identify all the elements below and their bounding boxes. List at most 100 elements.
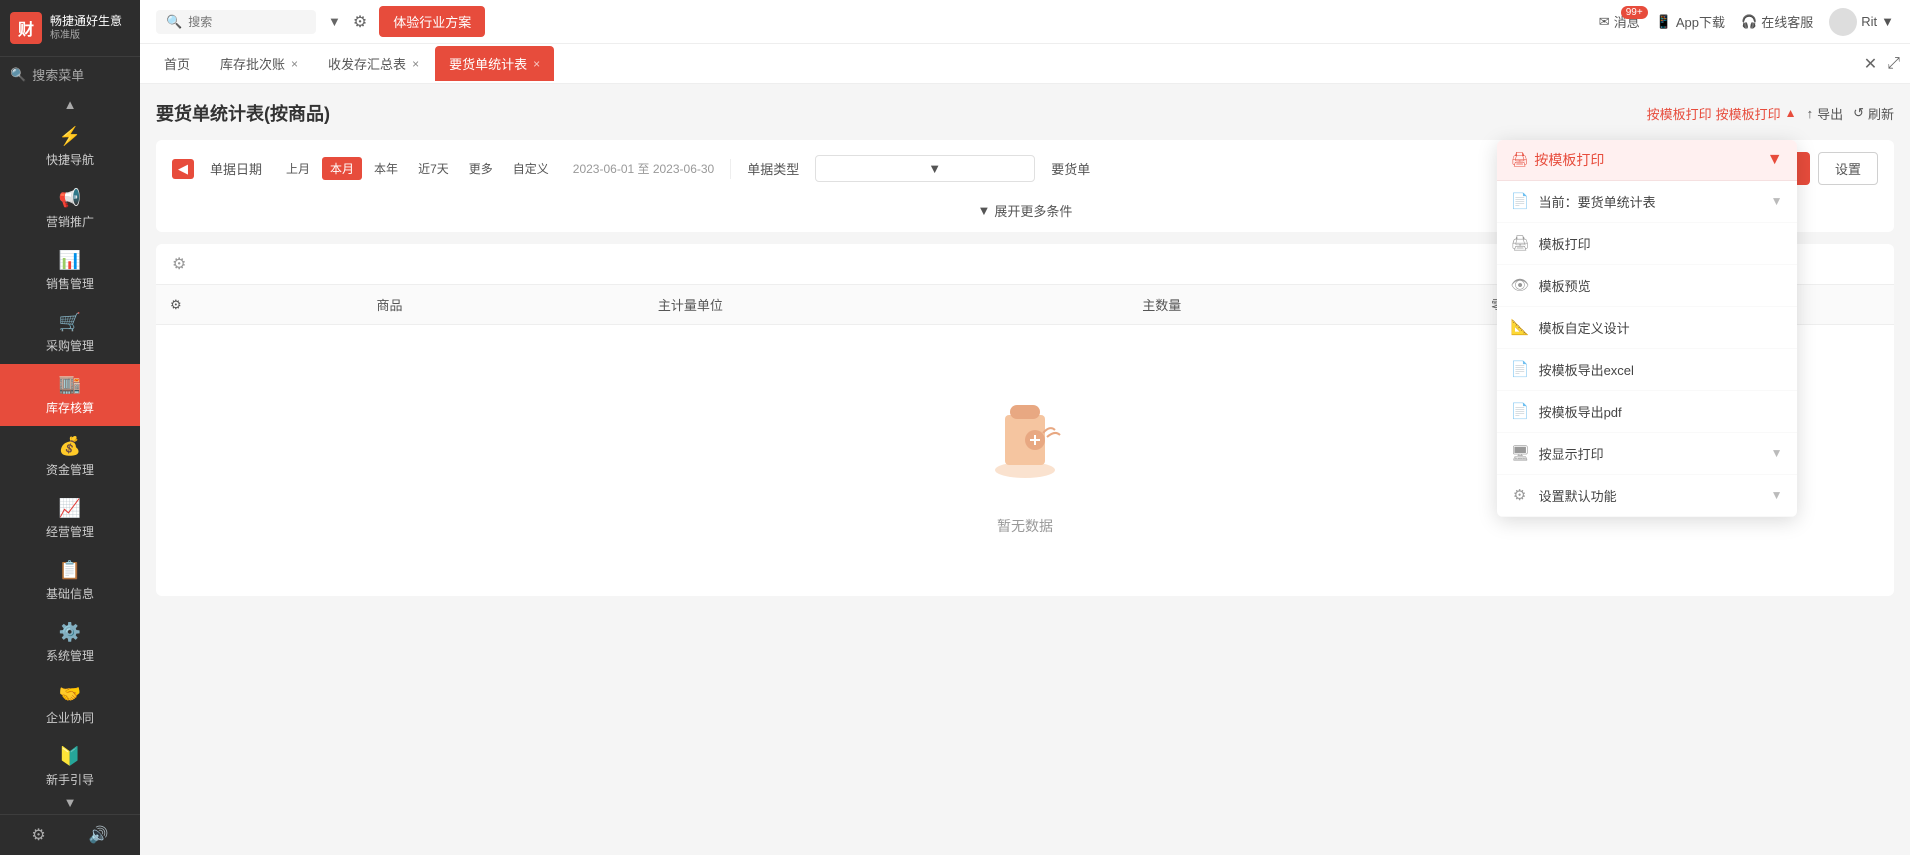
date-btn-more[interactable]: 更多 [461, 157, 501, 180]
sidebar-nav: ⚡ 快捷导航 📢 营销推广 📊 销售管理 🛒 采购管理 🏬 库存核算 💰 资金管… [0, 116, 140, 790]
print-btn[interactable]: 按模板打印 [1647, 104, 1712, 123]
date-btn-custom[interactable]: 自定义 [505, 157, 557, 180]
tab-batch-account-close[interactable]: × [291, 57, 298, 71]
message-action[interactable]: ✉ 消息 99+ [1599, 12, 1640, 31]
sidebar-item-purchase[interactable]: 🛒 采购管理 [0, 302, 140, 364]
marketing-icon: 📢 [59, 188, 81, 209]
page-content: 要货单统计表(按商品) 按模板打印 按模板打印 ▲ 🖨 按模板打印 [140, 84, 1910, 855]
app-name: 畅捷通好生意 [50, 14, 122, 30]
export-excel-icon: 📄 [1511, 360, 1529, 378]
tab-batch-account[interactable]: 库存批次账 × [206, 46, 312, 81]
trial-btn[interactable]: 体验行业方案 [379, 6, 485, 37]
table-settings-icon[interactable]: ⚙ [172, 254, 186, 274]
sound-bottom-icon[interactable]: 🔊 [89, 825, 109, 845]
topbar-search-input[interactable] [188, 15, 288, 29]
print-btn-label[interactable]: 按模板打印 [1716, 104, 1781, 123]
display-print-label: 按显示打印 [1539, 444, 1761, 463]
sidebar-item-operation[interactable]: 📈 经营管理 [0, 488, 140, 550]
sidebar-item-sales[interactable]: 📊 销售管理 [0, 240, 140, 302]
tab-order-stats[interactable]: 要货单统计表 × [435, 46, 554, 81]
online-service-action[interactable]: 🎧 在线客服 [1741, 12, 1813, 31]
print-dropdown-arrow[interactable]: ▲ [1785, 106, 1797, 120]
dropdown-default-func[interactable]: ⚙ 设置默认功能 ▼ [1497, 475, 1797, 517]
user-name: Rit [1861, 14, 1877, 29]
app-download-label: App下载 [1676, 12, 1725, 31]
dropdown-title-text: 按模板打印 [1534, 150, 1604, 170]
refresh-icon: ↺ [1853, 105, 1864, 121]
display-print-arrow: ▼ [1771, 446, 1783, 460]
tab-order-stats-close[interactable]: × [533, 57, 540, 71]
operation-icon: 📈 [59, 498, 81, 519]
sidebar-logo: 财 畅捷通好生意 标准版 [0, 0, 140, 57]
sidebar-search-item[interactable]: 🔍 搜索菜单 [0, 57, 140, 92]
user-avatar[interactable]: Rit ▼ [1829, 8, 1894, 36]
sidebar-scroll-down[interactable]: ▼ [0, 790, 140, 814]
filter-expand-left[interactable]: ◀ [172, 159, 194, 179]
topbar-actions: ✉ 消息 99+ 📱 App下载 🎧 在线客服 Rit ▼ [1599, 8, 1894, 36]
tab-order-stats-label: 要货单统计表 [449, 54, 527, 73]
logo-text-block: 畅捷通好生意 标准版 [50, 14, 122, 43]
topbar-dropdown-icon[interactable]: ▼ [328, 14, 341, 29]
filter-collapse-icon: ◀ [172, 159, 194, 179]
dropdown-template-preview[interactable]: 👁 模板预览 [1497, 265, 1797, 307]
sidebar-item-basic[interactable]: 📋 基础信息 [0, 550, 140, 612]
dropdown-export-excel[interactable]: 📄 按模板导出excel [1497, 349, 1797, 391]
sidebar-scroll-up[interactable]: ▲ [0, 92, 140, 116]
sidebar-item-label: 快捷导航 [46, 151, 94, 168]
dropdown-close-icon[interactable]: ▼ [1767, 151, 1783, 169]
main-area: 🔍 ▼ ⚙ 体验行业方案 ✉ 消息 99+ 📱 App下载 🎧 在线客服 Rit [140, 0, 1910, 855]
col-unit: 主计量单位 [644, 285, 1128, 325]
date-btn-last-7-days[interactable]: 近7天 [410, 157, 457, 180]
search-icon: 🔍 [10, 67, 26, 83]
settings-btn[interactable]: 设置 [1818, 152, 1878, 185]
display-print-icon: 🖥 [1511, 444, 1529, 462]
date-btn-current-month[interactable]: 本月 [322, 157, 362, 180]
dropdown-export-pdf[interactable]: 📄 按模板导出pdf [1497, 391, 1797, 433]
topbar-search-box[interactable]: 🔍 [156, 10, 316, 34]
tab-collection-summary-close[interactable]: × [412, 57, 419, 71]
tab-home[interactable]: 首页 [150, 46, 204, 81]
sidebar-item-inventory[interactable]: 🏬 库存核算 [0, 364, 140, 426]
empty-icon [975, 385, 1075, 504]
sidebar-item-label: 基础信息 [46, 585, 94, 602]
tab-collection-summary[interactable]: 收发存汇总表 × [314, 46, 433, 81]
dropdown-template-design[interactable]: 📐 模板自定义设计 [1497, 307, 1797, 349]
quick-nav-icon: ⚡ [59, 126, 81, 147]
guide-icon: 🔰 [59, 746, 81, 767]
sidebar-item-corp[interactable]: 🤝 企业协同 [0, 674, 140, 736]
date-btn-prev-month[interactable]: 上月 [278, 157, 318, 180]
sidebar-item-label: 系统管理 [46, 647, 94, 664]
window-maximize-icon[interactable]: ⤢ [1887, 55, 1900, 73]
dropdown-display-print[interactable]: 🖥 按显示打印 ▼ [1497, 433, 1797, 475]
dropdown-template-print[interactable]: 🖨 模板打印 [1497, 223, 1797, 265]
topbar: 🔍 ▼ ⚙ 体验行业方案 ✉ 消息 99+ 📱 App下载 🎧 在线客服 Rit [140, 0, 1910, 44]
sidebar-item-label: 采购管理 [46, 337, 94, 354]
export-btn[interactable]: ↑ 导出 [1807, 104, 1844, 123]
online-service-label: 在线客服 [1761, 12, 1813, 31]
sidebar-item-marketing[interactable]: 📢 营销推广 [0, 178, 140, 240]
sidebar-item-label: 销售管理 [46, 275, 94, 292]
current-template-arrow: ▼ [1771, 194, 1783, 208]
template-design-label: 模板自定义设计 [1539, 318, 1783, 337]
page-actions: 按模板打印 按模板打印 ▲ 🖨 按模板打印 ▼ 📄 [1647, 104, 1894, 123]
type-selector[interactable]: ▼ [815, 155, 1035, 182]
app-download-action[interactable]: 📱 App下载 [1656, 12, 1725, 31]
window-close-icon[interactable]: ✕ [1864, 54, 1877, 74]
sidebar-item-system[interactable]: ⚙️ 系统管理 [0, 612, 140, 674]
date-filter-label: 单据日期 [210, 159, 262, 178]
date-btn-current-year[interactable]: 本年 [366, 157, 406, 180]
dropdown-header-title: 🖨 按模板打印 [1511, 150, 1605, 170]
sidebar-item-finance[interactable]: 💰 资金管理 [0, 426, 140, 488]
sidebar-item-quick-nav[interactable]: ⚡ 快捷导航 [0, 116, 140, 178]
basic-icon: 📋 [59, 560, 81, 581]
dropdown-current-item[interactable]: 📄 当前：要货单统计表 ▼ [1497, 181, 1797, 223]
expand-more-btn[interactable]: ▼ 展开更多条件 [978, 201, 1073, 220]
default-func-icon: ⚙ [1511, 486, 1529, 504]
finance-icon: 💰 [59, 436, 81, 457]
topbar-settings-icon[interactable]: ⚙ [353, 12, 367, 32]
template-preview-icon: 👁 [1511, 276, 1529, 294]
sidebar-item-guide[interactable]: 🔰 新手引导 [0, 736, 140, 790]
sidebar-bottom: ⚙ 🔊 [0, 814, 140, 855]
settings-bottom-icon[interactable]: ⚙ [31, 825, 45, 845]
refresh-btn[interactable]: ↺ 刷新 [1853, 104, 1894, 123]
